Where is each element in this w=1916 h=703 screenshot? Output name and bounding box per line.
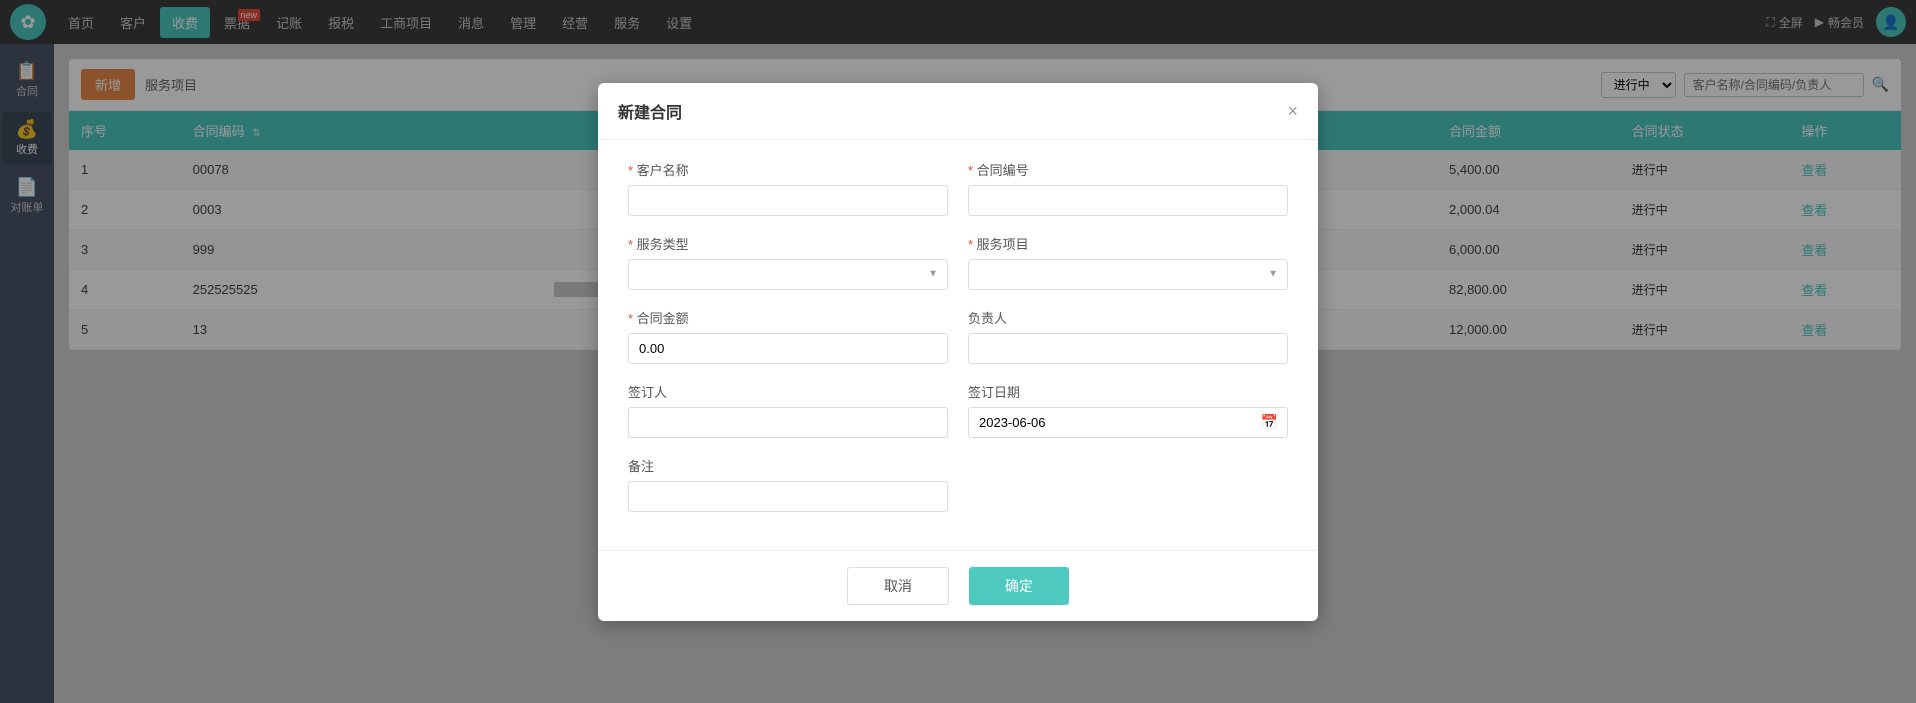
confirm-button[interactable]: 确定 (969, 567, 1069, 605)
client-name-input[interactable] (628, 185, 948, 216)
responsible-person-label: 负责人 (968, 308, 1288, 327)
form-group-remark: 备注 (628, 456, 948, 512)
form-row-3: 合同金额 负责人 (628, 308, 1288, 364)
service-type-label: 服务类型 (628, 234, 948, 253)
service-type-select[interactable] (628, 259, 948, 290)
form-row-1: 客户名称 合同编号 (628, 160, 1288, 216)
form-group-amount: 合同金额 (628, 308, 948, 364)
form-row-4: 签订人 签订日期 📅 (628, 382, 1288, 438)
form-group-service-item: 服务项目 (968, 234, 1288, 290)
service-type-select-wrapper (628, 259, 948, 290)
sign-date-input[interactable] (968, 407, 1288, 438)
contract-code-input[interactable] (968, 185, 1288, 216)
sign-date-wrapper: 📅 (968, 407, 1288, 438)
form-group-contract-code: 合同编号 (968, 160, 1288, 216)
service-item-select-wrapper (968, 259, 1288, 290)
signer-input[interactable] (628, 407, 948, 438)
form-row-2: 服务类型 服务项目 (628, 234, 1288, 290)
sign-date-label: 签订日期 (968, 382, 1288, 401)
cancel-button[interactable]: 取消 (847, 567, 949, 605)
form-group-responsible: 负责人 (968, 308, 1288, 364)
modal-body: 客户名称 合同编号 服务类型 (598, 140, 1318, 550)
service-item-select[interactable] (968, 259, 1288, 290)
new-contract-modal: 新建合同 × 客户名称 合同编号 服务类型 (598, 83, 1318, 621)
modal-header: 新建合同 × (598, 83, 1318, 140)
contract-amount-input[interactable] (628, 333, 948, 364)
client-name-label: 客户名称 (628, 160, 948, 179)
form-row-5: 备注 (628, 456, 1288, 512)
contract-amount-label: 合同金额 (628, 308, 948, 327)
form-group-sign-date: 签订日期 📅 (968, 382, 1288, 438)
service-item-label: 服务项目 (968, 234, 1288, 253)
modal-close-button[interactable]: × (1287, 102, 1298, 120)
modal-footer: 取消 确定 (598, 550, 1318, 621)
modal-title: 新建合同 (618, 99, 682, 123)
responsible-person-input[interactable] (968, 333, 1288, 364)
calendar-icon[interactable]: 📅 (1261, 414, 1278, 431)
form-group-signer: 签订人 (628, 382, 948, 438)
remark-input[interactable] (628, 481, 948, 512)
remark-label: 备注 (628, 456, 948, 475)
modal-overlay: 新建合同 × 客户名称 合同编号 服务类型 (0, 0, 1916, 703)
form-group-service-type: 服务类型 (628, 234, 948, 290)
contract-code-label: 合同编号 (968, 160, 1288, 179)
signer-label: 签订人 (628, 382, 948, 401)
form-group-client: 客户名称 (628, 160, 948, 216)
